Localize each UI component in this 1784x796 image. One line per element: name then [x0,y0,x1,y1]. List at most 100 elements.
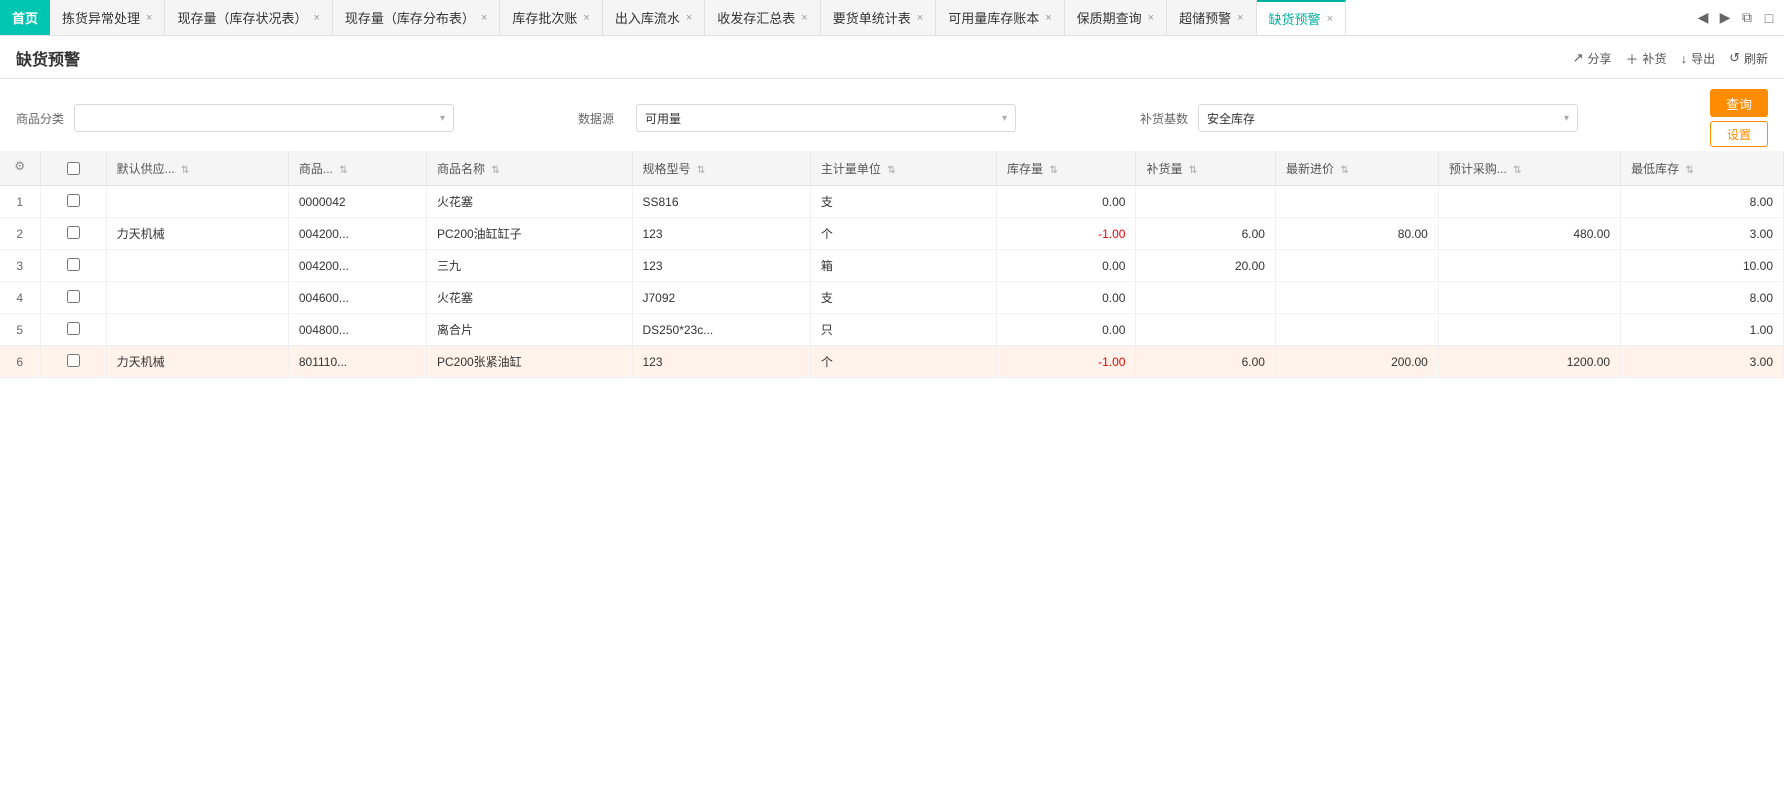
tab-label: 现存量（库存分布表） [345,8,475,27]
sort-icon-replenish: ⇅ [1189,165,1197,176]
tab-close-overstock[interactable]: × [1237,12,1243,24]
col-est-purchase-label: 预计采购... [1449,162,1507,176]
col-spec-label: 规格型号 [643,162,691,176]
row-num-cell: 5 [0,314,40,346]
data-table: ⚙ 默认供应... ⇅ 商品... ⇅ [0,151,1784,378]
tab-inout-flow[interactable]: 出入库流水 × [603,0,705,35]
select-all-checkbox[interactable] [67,162,80,175]
row-checkbox[interactable] [67,290,80,303]
datasource-arrow-icon: ▾ [1002,113,1007,124]
tab-close-inv-status[interactable]: × [313,12,319,24]
tab-inventory-status[interactable]: 现存量（库存状况表） × [165,0,332,35]
category-select[interactable]: ▾ [74,104,454,132]
row-checkbox[interactable] [67,258,80,271]
col-item-code[interactable]: 商品... ⇅ [288,151,426,186]
table-row: 4 004600... 火花塞 J7092 支 0.00 8.00 [0,282,1784,314]
row-latest-price: 200.00 [1275,346,1438,378]
row-min-stock: 8.00 [1621,282,1784,314]
row-checkbox[interactable] [67,226,80,239]
export-button[interactable]: ↓ 导出 [1681,50,1716,67]
col-latest-price[interactable]: 最新进价 ⇅ [1275,151,1438,186]
tab-expiry-query[interactable]: 保质期查询 × [1065,0,1167,35]
tab-close-order[interactable]: × [917,12,923,24]
tab-close-ledger[interactable]: × [1045,12,1051,24]
col-min-stock[interactable]: 最低库存 ⇅ [1621,151,1784,186]
settings-button[interactable]: 设置 [1710,121,1768,147]
col-replenish-qty[interactable]: 补货量 ⇅ [1136,151,1276,186]
datasource-select[interactable]: 可用量 ▾ [636,104,1016,132]
tab-label: 缺货预警 [1269,9,1321,28]
tab-close-batch[interactable]: × [583,12,589,24]
row-item-name: 三九 [426,250,632,282]
row-stock: -1.00 [996,218,1136,250]
tab-available-ledger[interactable]: 可用量库存账本 × [936,0,1064,35]
col-est-purchase[interactable]: 预计采购... ⇅ [1438,151,1620,186]
row-checkbox[interactable] [67,322,80,335]
row-checkbox-cell [40,250,106,282]
tab-order-stats[interactable]: 要货单统计表 × [821,0,936,35]
replenish-button[interactable]: ＋ 补货 [1626,49,1667,68]
tab-batch-account[interactable]: 库存批次账 × [500,0,602,35]
row-item-code: 801110... [288,346,426,378]
tab-close-shortage[interactable]: × [1327,13,1333,25]
refresh-label: 刷新 [1744,50,1768,67]
row-unit: 个 [810,346,996,378]
row-supplier [106,186,288,218]
table-row: 5 004800... 离合片 DS250*23c... 只 0.00 1.00 [0,314,1784,346]
tab-receive-summary[interactable]: 收发存汇总表 × [705,0,820,35]
settings-gear-icon[interactable]: ⚙ [11,159,29,177]
refresh-button[interactable]: ↺ 刷新 [1729,50,1768,67]
tab-restore-btn[interactable]: ⧉ [1736,7,1758,29]
tab-shortage[interactable]: 缺货预警 × [1257,0,1346,35]
tab-prev-btn[interactable]: ◀ [1692,7,1714,29]
row-item-code: 004200... [288,218,426,250]
row-checkbox[interactable] [67,354,80,367]
col-stock[interactable]: 库存量 ⇅ [996,151,1136,186]
replenish-basis-label: 补货基数 [1140,110,1190,127]
data-table-wrapper: ⚙ 默认供应... ⇅ 商品... ⇅ [0,151,1784,378]
sort-icon-code: ⇅ [339,165,347,176]
col-latest-price-label: 最新进价 [1286,162,1334,176]
tab-home[interactable]: 首页 [0,0,50,35]
table-body: 1 0000042 火花塞 SS816 支 0.00 8.00 2 力天机械 0… [0,186,1784,378]
table-row: 6 力天机械 801110... PC200张紧油缸 123 个 -1.00 6… [0,346,1784,378]
col-unit[interactable]: 主计量单位 ⇅ [810,151,996,186]
row-est-purchase [1438,282,1620,314]
replenish-label: 补货 [1643,50,1667,67]
col-spec[interactable]: 规格型号 ⇅ [632,151,810,186]
tab-maximize-btn[interactable]: □ [1758,7,1780,29]
row-item-name: PC200油缸缸子 [426,218,632,250]
row-stock: 0.00 [996,282,1136,314]
tab-abnormal[interactable]: 拣货异常处理 × [50,0,165,35]
row-latest-price: 80.00 [1275,218,1438,250]
row-supplier: 力天机械 [106,346,288,378]
row-checkbox[interactable] [67,194,80,207]
row-item-name: 离合片 [426,314,632,346]
table-row: 2 力天机械 004200... PC200油缸缸子 123 个 -1.00 6… [0,218,1784,250]
tab-inventory-dist[interactable]: 现存量（库存分布表） × [333,0,500,35]
tab-close-receive[interactable]: × [801,12,807,24]
row-stock: 0.00 [996,250,1136,282]
share-button[interactable]: ↗ 分享 [1573,50,1612,67]
filter-row-1: 商品分类 ▾ 数据源 可用量 ▾ 补货基数 安全库存 ▾ 查询 设置 [0,79,1784,151]
col-item-name[interactable]: 商品名称 ⇅ [426,151,632,186]
replenish-basis-select[interactable]: 安全库存 ▾ [1198,104,1578,132]
col-unit-label: 主计量单位 [821,162,881,176]
tab-next-btn[interactable]: ▶ [1714,7,1736,29]
tab-close-abnormal[interactable]: × [146,12,152,24]
tab-label: 可用量库存账本 [948,8,1039,27]
category-arrow-icon: ▾ [440,113,445,124]
tab-close-inout[interactable]: × [686,12,692,24]
row-checkbox-cell [40,186,106,218]
query-button[interactable]: 查询 [1710,89,1768,117]
tab-close-inv-dist[interactable]: × [481,12,487,24]
tab-overstock[interactable]: 超储预警 × [1167,0,1256,35]
filter-datasource-group: 数据源 可用量 ▾ [578,104,1116,132]
page-content: 缺货预警 ↗ 分享 ＋ 补货 ↓ 导出 ↺ 刷新 商品分类 [0,36,1784,796]
col-default-supplier[interactable]: 默认供应... ⇅ [106,151,288,186]
row-replenish-qty: 20.00 [1136,250,1276,282]
row-supplier: 力天机械 [106,218,288,250]
tab-close-expiry[interactable]: × [1148,12,1154,24]
datasource-label: 数据源 [578,110,628,127]
row-min-stock: 8.00 [1621,186,1784,218]
